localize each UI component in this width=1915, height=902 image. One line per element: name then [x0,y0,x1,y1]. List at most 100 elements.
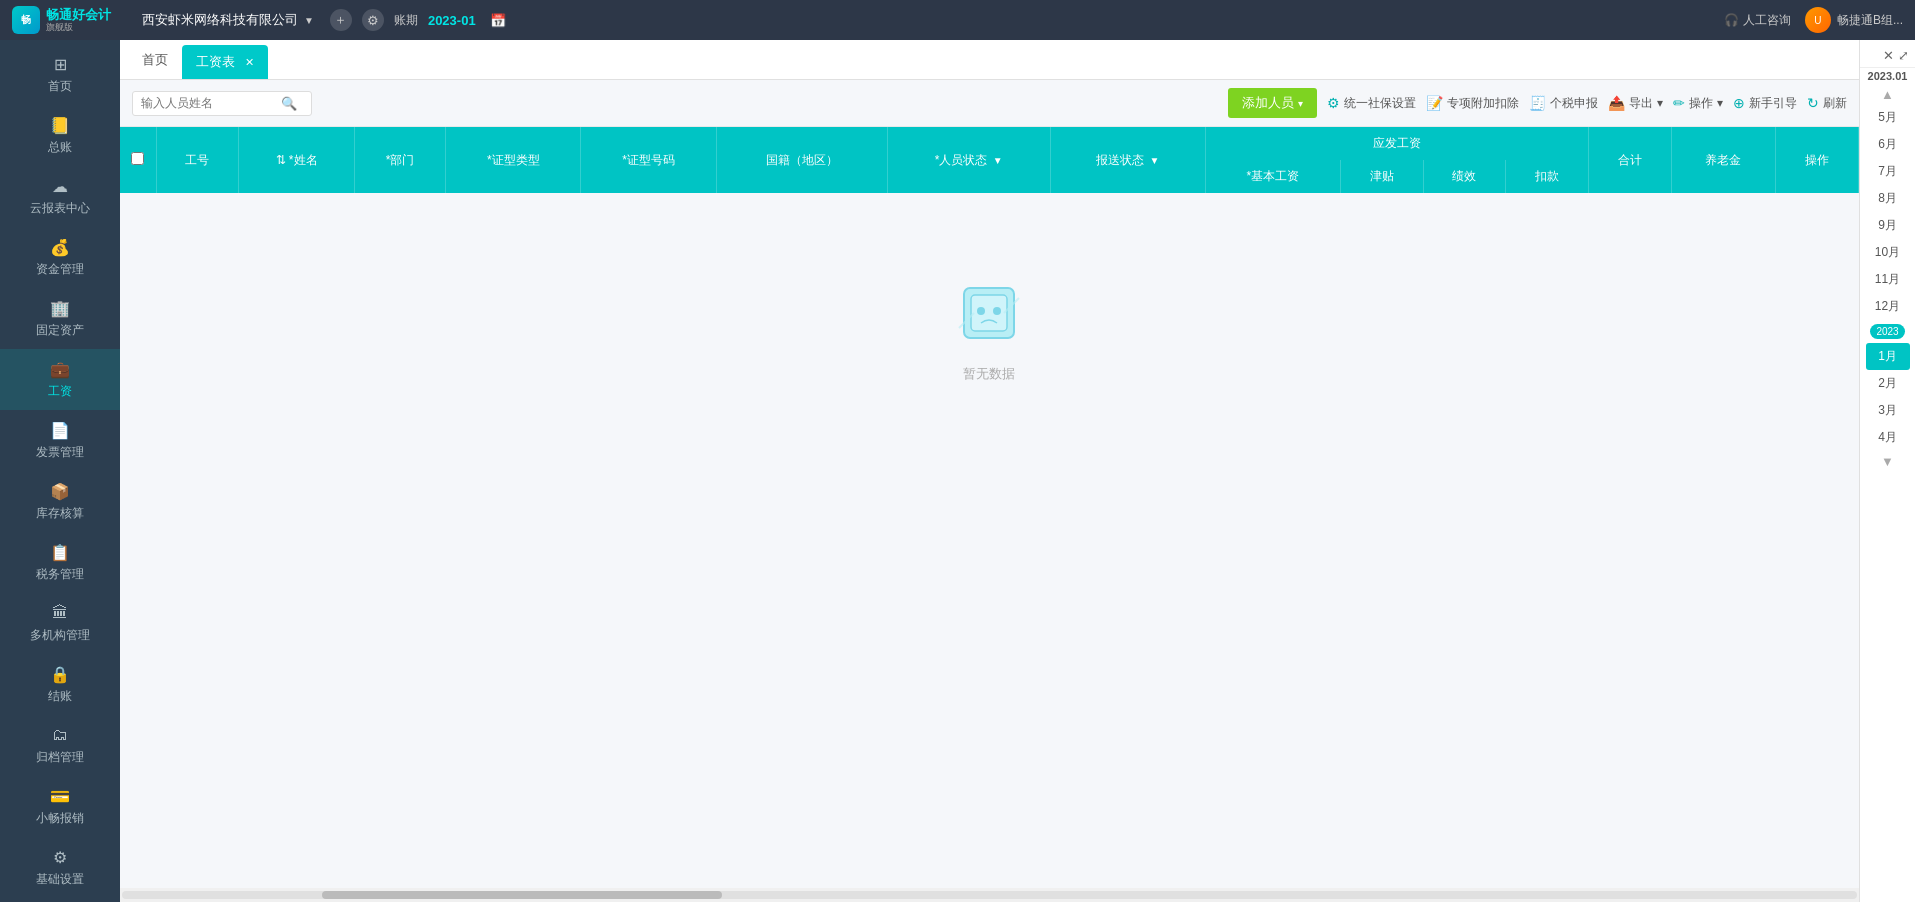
year-current-label: 2023.01 [1868,68,1908,84]
settings-button[interactable]: ⚙ [362,9,384,31]
select-all-checkbox[interactable] [131,152,144,165]
th-performance: 绩效 [1423,160,1506,193]
guide-label: 新手引导 [1749,95,1797,112]
close-period-icon: 🔒 [50,664,70,684]
search-input[interactable] [141,96,281,110]
month-2022-12[interactable]: 12月 [1866,293,1910,320]
header-right: 🎧 人工咨询 U 畅捷通B组... [1724,7,1903,33]
sidebar-item-capital[interactable]: 💰 资金管理 [0,227,120,288]
th-name[interactable]: ⇅ *姓名 [239,127,355,193]
sidebar-item-asset[interactable]: 🏢 固定资产 [0,288,120,349]
add-person-button[interactable]: 添加人员 ▾ [1228,88,1317,118]
special-deduct-icon: 📝 [1426,95,1443,111]
month-2022-11[interactable]: 11月 [1866,266,1910,293]
user-area[interactable]: U 畅捷通B组... [1805,7,1903,33]
th-total: 合计 [1588,127,1671,193]
bottom-scrollbar[interactable] [120,888,1859,902]
th-id-type: *证型类型 [446,127,581,193]
month-2022-07[interactable]: 7月 [1866,158,1910,185]
th-social: 养老金 [1671,127,1776,193]
refresh-action[interactable]: ↻ 刷新 [1807,95,1847,112]
panel-close-icon[interactable]: ✕ [1883,48,1894,63]
month-2022-08[interactable]: 8月 [1866,185,1910,212]
sidebar-item-guide[interactable]: 🔰 新手引导 [0,898,120,902]
month-2022-09[interactable]: 9月 [1866,212,1910,239]
operation-action[interactable]: ✏ 操作 ▾ [1673,95,1723,112]
period-label: 账期 [394,12,418,29]
sidebar-item-invoice[interactable]: 📄 发票管理 [0,410,120,471]
company-selector[interactable]: 西安虾米网络科技有限公司 ▼ [142,11,314,29]
export-label: 导出 [1629,95,1653,112]
sidebar-item-multi[interactable]: 🏛 多机构管理 [0,593,120,654]
th-basic: *基本工资 [1205,160,1340,193]
svg-rect-1 [971,295,1007,331]
home-icon: ⊞ [50,54,70,74]
sidebar-item-close[interactable]: 🔒 结账 [0,654,120,715]
tab-salary-table[interactable]: 工资表 ✕ [182,45,268,79]
company-name: 西安虾米网络科技有限公司 [142,11,298,29]
tab-home[interactable]: 首页 [128,43,182,79]
report-icon: ☁ [50,176,70,196]
month-2023-03[interactable]: 3月 [1866,397,1910,424]
sidebar-item-tax[interactable]: 📋 税务管理 [0,532,120,593]
month-2023-01[interactable]: 1月 [1866,343,1910,370]
toolbar-right: 添加人员 ▾ ⚙ 统一社保设置 📝 专项附加扣除 🧾 个税申报 📤 导 [1228,88,1847,118]
sidebar-item-archive[interactable]: 🗂 归档管理 [0,715,120,776]
tab-close-icon[interactable]: ✕ [245,56,254,68]
main-layout: ⊞ 首页 📒 总账 ☁ 云报表中心 💰 资金管理 🏢 固定资产 💼 工资 📄 发… [0,40,1915,902]
submit-filter-icon[interactable]: ▼ [1149,155,1159,166]
special-deduct-label: 专项附加扣除 [1447,95,1519,112]
th-status[interactable]: *人员状态 ▼ [887,127,1050,193]
logo-icon: 畅 [12,6,40,34]
status-filter-icon[interactable]: ▼ [993,155,1003,166]
special-deduct-action[interactable]: 📝 专项附加扣除 [1426,95,1519,112]
operation-arrow-icon: ▾ [1717,96,1723,110]
social-security-action[interactable]: ⚙ 统一社保设置 [1327,95,1416,112]
tab-bar: 首页 工资表 ✕ [120,40,1859,80]
th-checkbox[interactable] [120,127,156,193]
sidebar-item-report[interactable]: ☁ 云报表中心 [0,166,120,227]
search-icon: 🔍 [281,96,297,111]
scrollbar-track[interactable] [122,891,1857,899]
panel-expand-icon[interactable]: ⤢ [1898,48,1909,63]
empty-text: 暂无数据 [963,365,1015,383]
sidebar-item-salary[interactable]: 💼 工资 [0,349,120,410]
sidebar-item-home[interactable]: ⊞ 首页 [0,44,120,105]
th-action: 操作 [1776,127,1859,193]
empty-state: 暂无数据 [120,193,1859,463]
year-2023-badge[interactable]: 2023 [1870,324,1904,339]
inventory-icon: 📦 [50,481,70,501]
month-2023-02[interactable]: 2月 [1866,370,1910,397]
empty-row: 暂无数据 [120,193,1859,463]
month-2022-10[interactable]: 10月 [1866,239,1910,266]
scrollbar-thumb[interactable] [322,891,722,899]
th-submit-status[interactable]: 报送状态 ▼ [1050,127,1205,193]
multi-icon: 🏛 [50,603,70,623]
capital-icon: 💰 [50,237,70,257]
month-2023-04[interactable]: 4月 [1866,424,1910,451]
table-body: 暂无数据 [120,193,1859,463]
right-panel: ✕ ⤢ 2023.01 ▲ 5月 6月 7月 8月 9月 10月 11月 12月… [1859,40,1915,902]
calendar-icon[interactable]: 📅 [490,13,506,28]
guide-action[interactable]: ⊕ 新手引导 [1733,95,1797,112]
month-2022-05[interactable]: 5月 [1866,104,1910,131]
operation-icon: ✏ [1673,95,1685,111]
sidebar-item-ledger[interactable]: 📒 总账 [0,105,120,166]
right-panel-header: ✕ ⤢ [1860,44,1915,68]
scroll-down-arrow[interactable]: ▼ [1878,451,1898,471]
company-dropdown-icon[interactable]: ▼ [304,15,314,26]
user-name: 畅捷通B组... [1837,12,1903,29]
export-action[interactable]: 📤 导出 ▾ [1608,95,1663,112]
month-2022-06[interactable]: 6月 [1866,131,1910,158]
service-button[interactable]: 🎧 人工咨询 [1724,12,1791,29]
salary-icon: 💼 [50,359,70,379]
personal-tax-action[interactable]: 🧾 个税申报 [1529,95,1598,112]
sidebar-item-expense[interactable]: 💳 小畅报销 [0,776,120,837]
sidebar-item-settings[interactable]: ⚙ 基础设置 [0,837,120,898]
search-input-wrap[interactable]: 🔍 [132,91,312,116]
scroll-up-arrow[interactable]: ▲ [1878,84,1898,104]
th-country: 国籍（地区） [716,127,887,193]
add-button[interactable]: ＋ [330,9,352,31]
th-salary-group: 应发工资 [1205,127,1588,160]
sidebar-item-inventory[interactable]: 📦 库存核算 [0,471,120,532]
